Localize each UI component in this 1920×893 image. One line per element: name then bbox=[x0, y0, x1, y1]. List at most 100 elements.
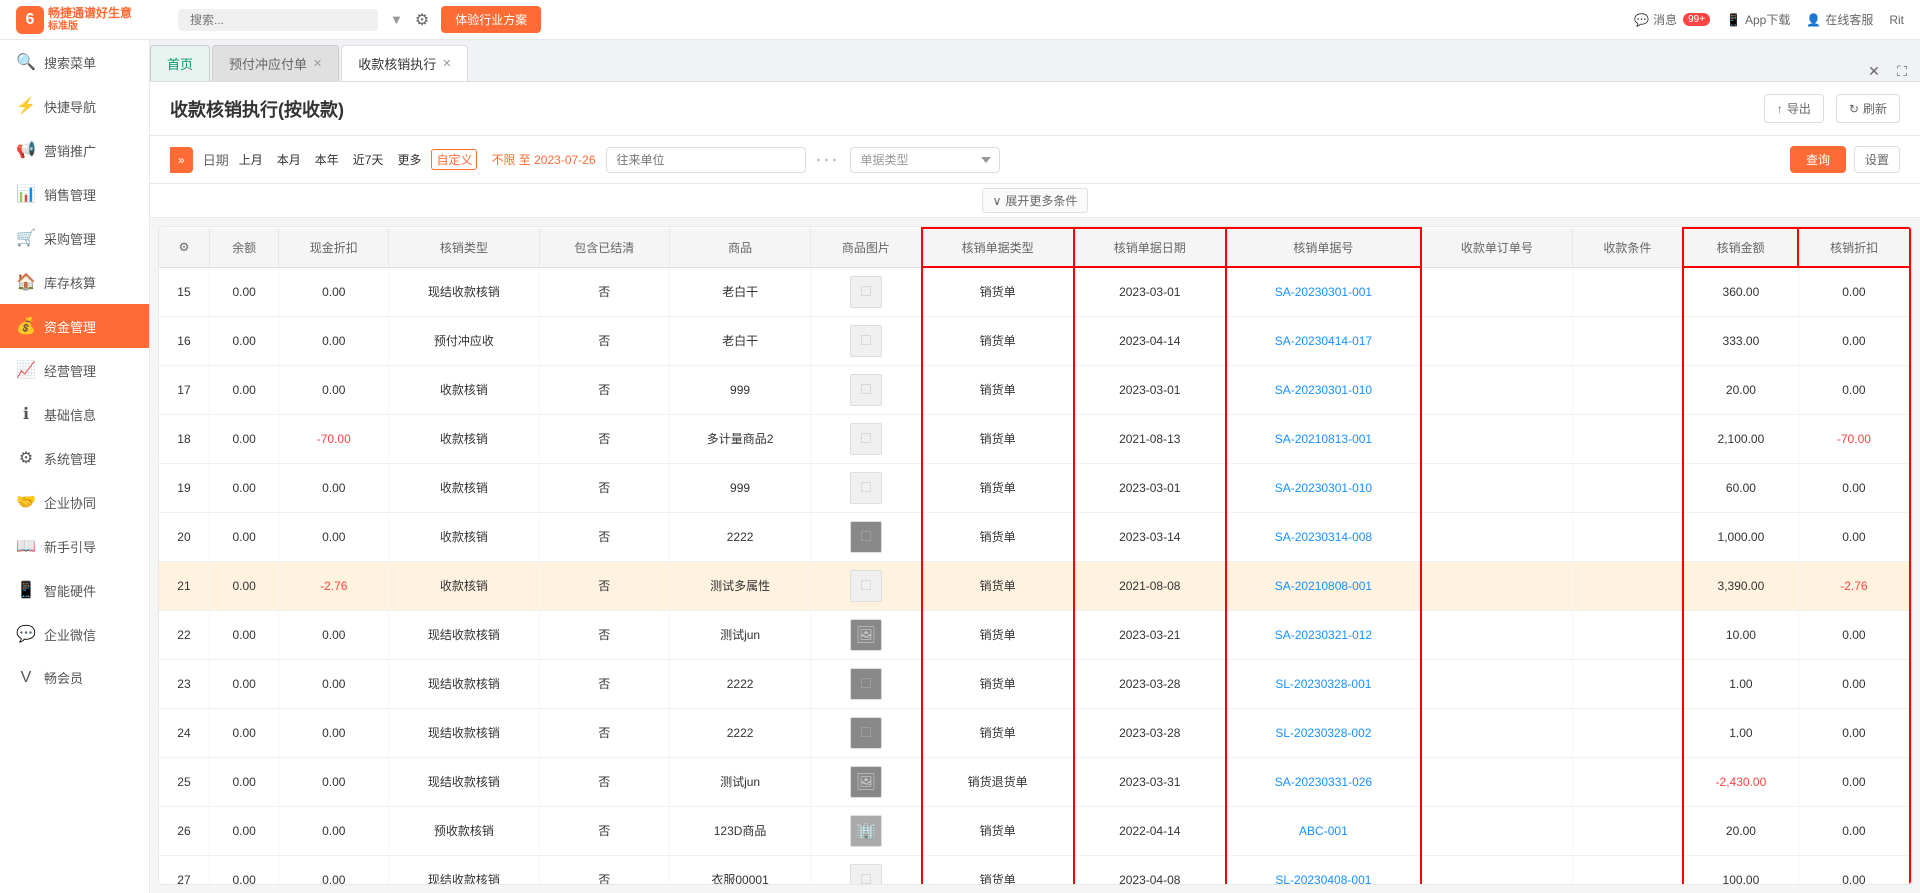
search-icon: 🔍 bbox=[16, 52, 36, 72]
tab-close-btn[interactable]: ✕ bbox=[1864, 61, 1884, 81]
td-settled: 否 bbox=[539, 267, 669, 316]
td-writeoff-discount: 0.00 bbox=[1798, 806, 1910, 855]
filter-toggle-btn[interactable]: » bbox=[170, 147, 193, 173]
export-btn[interactable]: ↑ 导出 bbox=[1764, 94, 1824, 123]
app-download-btn[interactable]: 📱 App下载 bbox=[1726, 11, 1790, 28]
td-order-no bbox=[1421, 659, 1572, 708]
td-condition bbox=[1572, 561, 1683, 610]
bill-no-link[interactable]: SA-20230314-008 bbox=[1275, 530, 1372, 544]
last-7-days-link[interactable]: 近7天 bbox=[349, 149, 388, 170]
this-year-link[interactable]: 本年 bbox=[311, 149, 343, 170]
td-bill-type: 销货单 bbox=[922, 708, 1074, 757]
service-icon: 👤 bbox=[1806, 13, 1821, 27]
query-btn[interactable]: 查询 bbox=[1790, 146, 1846, 173]
sidebar-item-management[interactable]: 📈 经营管理 bbox=[0, 348, 149, 392]
sidebar-item-finance[interactable]: 💰 资金管理 bbox=[0, 304, 149, 348]
single-type-select[interactable]: 单据类型 bbox=[850, 147, 1000, 173]
refresh-icon: ↻ bbox=[1849, 102, 1859, 116]
td-type: 现结收款核销 bbox=[389, 659, 539, 708]
bill-no-link[interactable]: SA-20230301-001 bbox=[1275, 285, 1372, 299]
sidebar-item-hardware[interactable]: 📱 智能硬件 bbox=[0, 568, 149, 612]
partner-input[interactable] bbox=[606, 147, 806, 173]
td-condition bbox=[1572, 708, 1683, 757]
td-condition bbox=[1572, 855, 1683, 885]
sidebar-item-basicinfo[interactable]: ℹ 基础信息 bbox=[0, 392, 149, 436]
td-order-no bbox=[1421, 806, 1572, 855]
tab-expand-btn[interactable]: ⛶ bbox=[1892, 61, 1912, 81]
bill-no-link[interactable]: SL-20230328-002 bbox=[1275, 726, 1371, 740]
sidebar-item-wechat[interactable]: 💬 企业微信 bbox=[0, 612, 149, 656]
gear-icon[interactable]: ⚙ bbox=[415, 10, 429, 30]
td-balance: 0.00 bbox=[209, 708, 278, 757]
guide-icon: 📖 bbox=[16, 536, 36, 556]
logo-text: 畅捷通谱好生意 标准版 bbox=[48, 6, 132, 32]
bill-no-link[interactable]: ABC-001 bbox=[1299, 824, 1348, 838]
expand-bar: ∨ 展开更多条件 bbox=[150, 184, 1920, 218]
bill-no-link[interactable]: SL-20230408-001 bbox=[1275, 873, 1371, 886]
more-link[interactable]: 更多 bbox=[393, 149, 425, 170]
td-writeoff-discount: 0.00 bbox=[1798, 855, 1910, 885]
td-writeoff-discount: 0.00 bbox=[1798, 463, 1910, 512]
sidebar-item-search[interactable]: 🔍 搜索菜单 bbox=[0, 40, 149, 84]
bill-no-link[interactable]: SA-20230301-010 bbox=[1275, 383, 1372, 397]
message-btn[interactable]: 💬 消息 99+ bbox=[1634, 11, 1710, 28]
custom-link[interactable]: 自定义 bbox=[431, 149, 477, 170]
td-bill-type: 销货单 bbox=[922, 659, 1074, 708]
filter-dots: ··· bbox=[816, 149, 840, 170]
th-bill-type: 核销单据类型 bbox=[922, 228, 1074, 267]
this-month-link[interactable]: 本月 bbox=[273, 149, 305, 170]
td-bill-type: 销货单 bbox=[922, 463, 1074, 512]
tab-writeoff-close[interactable]: ✕ bbox=[442, 57, 451, 70]
online-service-btn[interactable]: 👤 在线客服 bbox=[1806, 11, 1873, 28]
td-bill-date: 2023-03-21 bbox=[1074, 610, 1226, 659]
tab-prepayment[interactable]: 预付冲应付单 ✕ bbox=[212, 45, 339, 81]
td-condition bbox=[1572, 365, 1683, 414]
search-input[interactable] bbox=[178, 9, 378, 31]
bill-no-link[interactable]: SA-20230414-017 bbox=[1275, 334, 1372, 348]
settings-filter-btn[interactable]: 设置 bbox=[1854, 146, 1900, 173]
sidebar-item-sales[interactable]: 📊 销售管理 bbox=[0, 172, 149, 216]
sidebar-item-collab[interactable]: 🤝 企业协同 bbox=[0, 480, 149, 524]
bill-no-link[interactable]: SA-20230331-026 bbox=[1275, 775, 1372, 789]
user-name[interactable]: Rit bbox=[1889, 13, 1904, 27]
tab-writeoff[interactable]: 收款核销执行 ✕ bbox=[341, 45, 468, 81]
goods-img: □ bbox=[850, 472, 882, 504]
td-amount: 100.00 bbox=[1683, 855, 1798, 885]
bill-no-link[interactable]: SA-20230301-010 bbox=[1275, 481, 1372, 495]
td-id: 27 bbox=[159, 855, 209, 885]
sidebar-item-member[interactable]: V 畅会员 bbox=[0, 656, 149, 699]
td-settled: 否 bbox=[539, 414, 669, 463]
td-order-no bbox=[1421, 365, 1572, 414]
sidebar-item-guide[interactable]: 📖 新手引导 bbox=[0, 524, 149, 568]
bill-no-link[interactable]: SL-20230328-001 bbox=[1275, 677, 1371, 691]
td-goods-img: □ bbox=[811, 512, 922, 561]
expand-more-btn[interactable]: ∨ 展开更多条件 bbox=[982, 188, 1089, 213]
last-month-link[interactable]: 上月 bbox=[235, 149, 267, 170]
td-bill-type: 销货单 bbox=[922, 610, 1074, 659]
bill-no-link[interactable]: SA-20210808-001 bbox=[1275, 579, 1372, 593]
th-settings[interactable]: ⚙ bbox=[159, 228, 209, 267]
tab-home[interactable]: 首页 bbox=[150, 45, 210, 81]
sidebar-label-wechat: 企业微信 bbox=[44, 625, 96, 644]
refresh-btn[interactable]: ↻ 刷新 bbox=[1836, 94, 1900, 123]
sidebar-item-purchase[interactable]: 🛒 采购管理 bbox=[0, 216, 149, 260]
industry-btn[interactable]: 体验行业方案 bbox=[441, 6, 541, 33]
sidebar-item-marketing[interactable]: 📢 营销推广 bbox=[0, 128, 149, 172]
td-bill-type: 销货单 bbox=[922, 316, 1074, 365]
sidebar-item-system[interactable]: ⚙ 系统管理 bbox=[0, 436, 149, 480]
tab-prepayment-close[interactable]: ✕ bbox=[313, 57, 322, 70]
collab-icon: 🤝 bbox=[16, 492, 36, 512]
sidebar-item-inventory[interactable]: 🏠 库存核算 bbox=[0, 260, 149, 304]
table-row: 16 0.00 0.00 预付冲应收 否 老白干 □ 销货单 2023-04-1… bbox=[159, 316, 1910, 365]
dropdown-icon[interactable]: ▼ bbox=[390, 12, 403, 27]
bill-no-link[interactable]: SA-20230321-012 bbox=[1275, 628, 1372, 642]
table-row: 17 0.00 0.00 收款核销 否 999 □ 销货单 2023-03-01… bbox=[159, 365, 1910, 414]
page-title: 收款核销执行(按收款) bbox=[170, 96, 344, 122]
td-cash-discount: 0.00 bbox=[279, 512, 389, 561]
sidebar-item-quicknav[interactable]: ⚡ 快捷导航 bbox=[0, 84, 149, 128]
td-type: 收款核销 bbox=[389, 365, 539, 414]
bill-no-link[interactable]: SA-20210813-001 bbox=[1275, 432, 1372, 446]
table-row: 20 0.00 0.00 收款核销 否 2222 □ 销货单 2023-03-1… bbox=[159, 512, 1910, 561]
message-badge: 99+ bbox=[1683, 13, 1710, 26]
td-cash-discount: 0.00 bbox=[279, 267, 389, 316]
